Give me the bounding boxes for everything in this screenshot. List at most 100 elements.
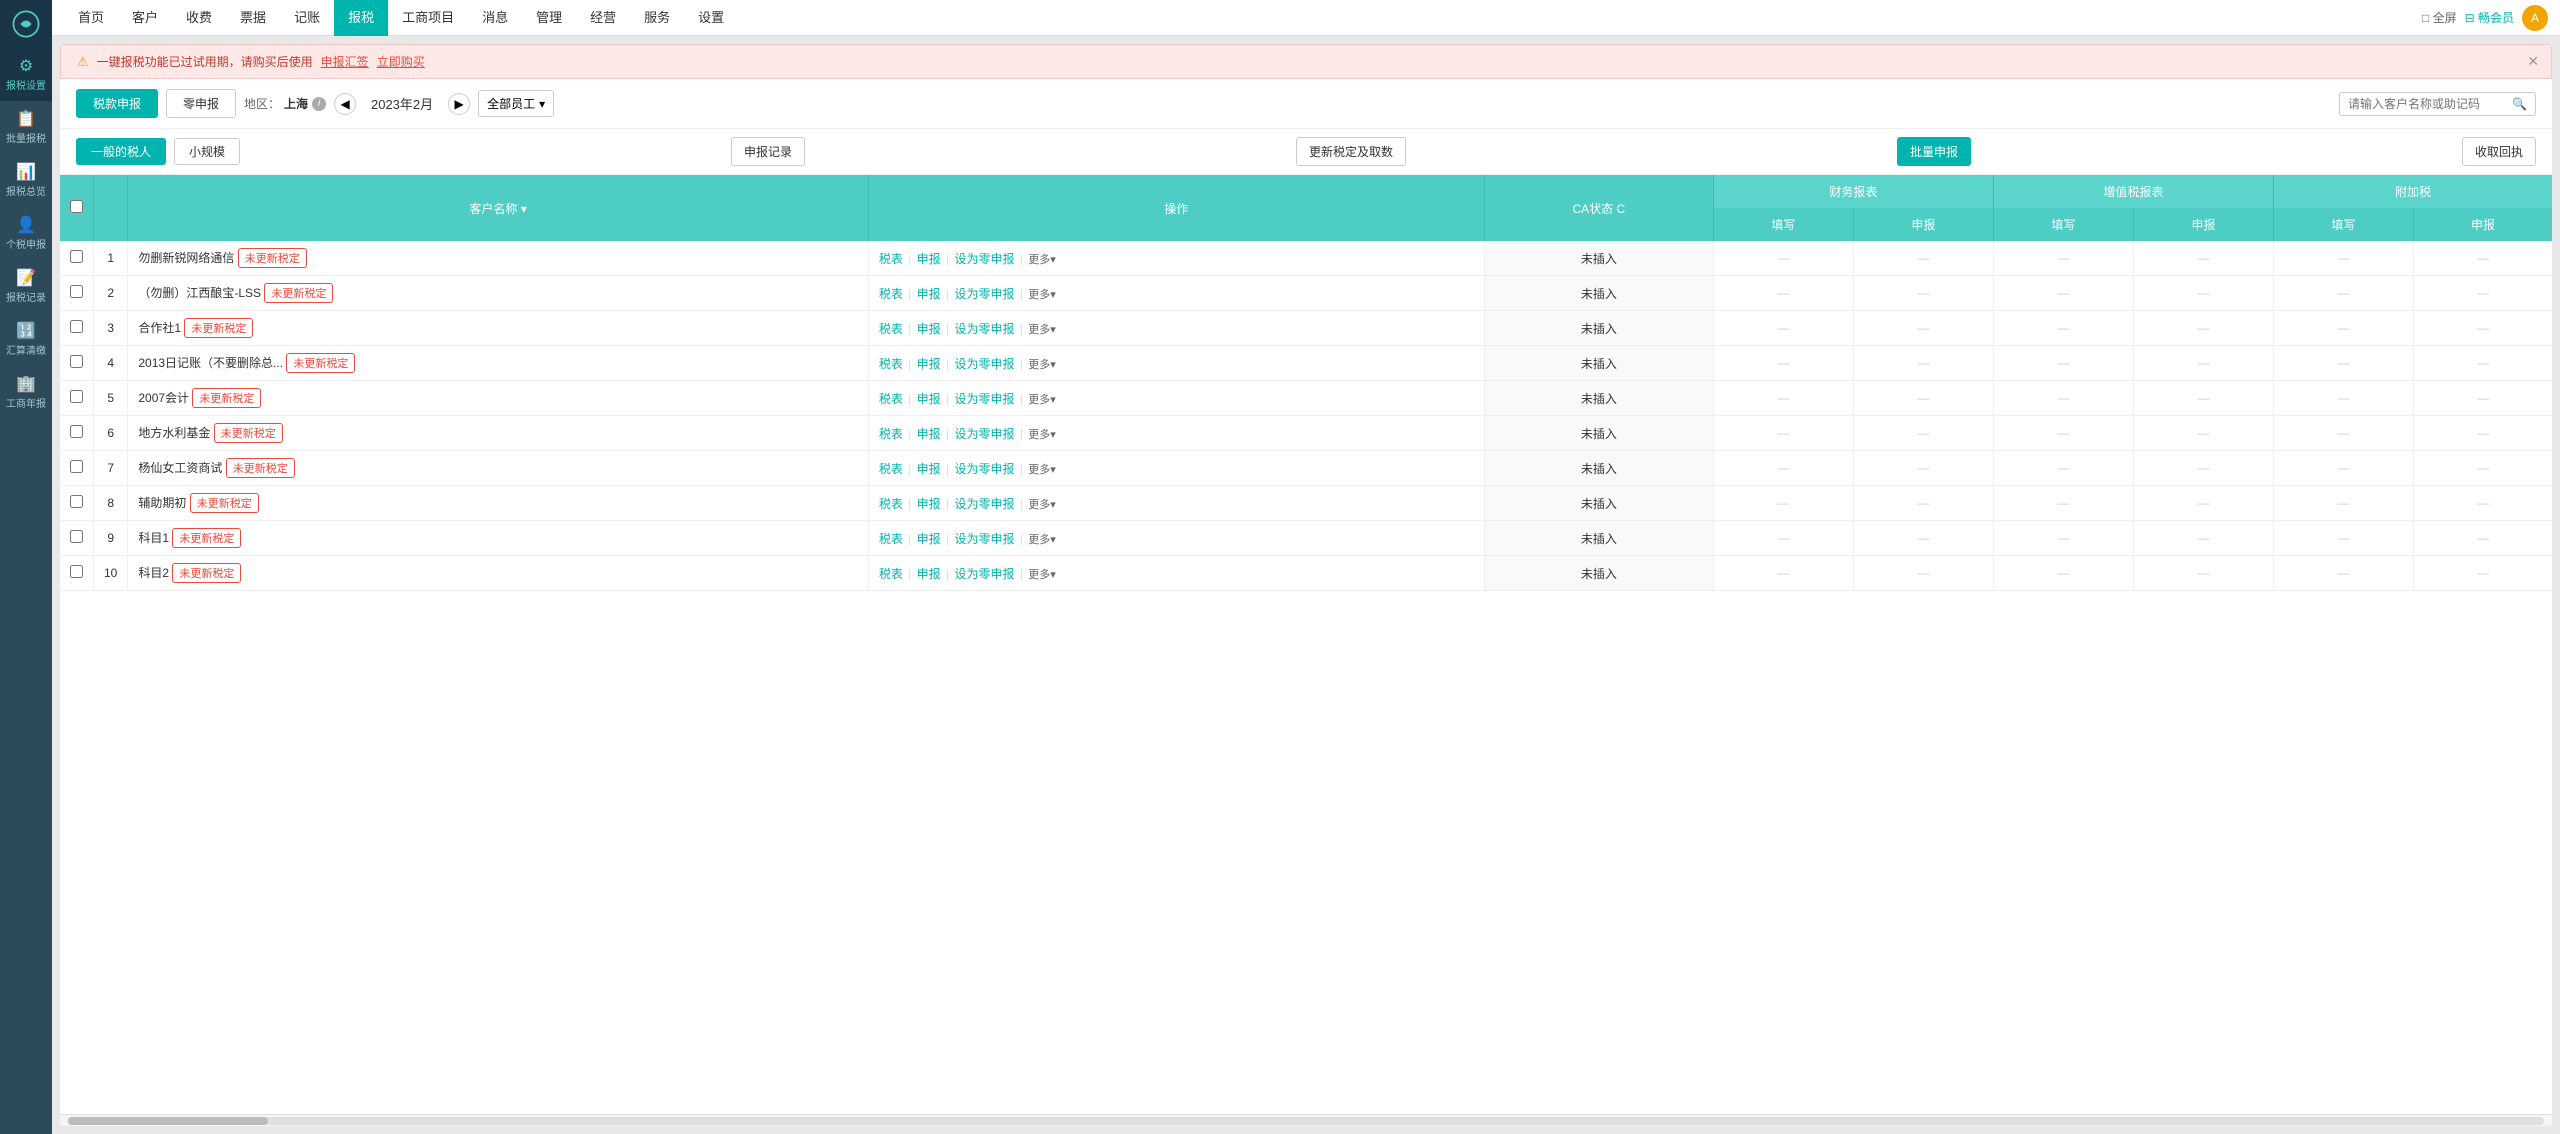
sidebar-item-tax-settings[interactable]: ⚙ 报税设置 (0, 48, 52, 101)
bottom-scrollbar[interactable] (60, 1114, 2552, 1126)
op-tax-5[interactable]: 税表 (879, 427, 903, 441)
row-checkbox-4[interactable] (70, 390, 83, 403)
op-tax-0[interactable]: 税表 (879, 252, 903, 266)
op-apply-1[interactable]: 申报 (917, 287, 941, 301)
op-more-0[interactable]: 更多▾ (1028, 254, 1056, 266)
op-tax-7[interactable]: 税表 (879, 497, 903, 511)
select-all-checkbox[interactable] (70, 200, 83, 213)
sidebar-item-personal-tax[interactable]: 👤 个税申报 (0, 207, 52, 260)
notice-link2[interactable]: 立即购买 (377, 53, 425, 70)
op-zero-5[interactable]: 设为零申报 (954, 427, 1014, 441)
nav-invoice[interactable]: 票据 (226, 0, 280, 36)
notice-link1[interactable]: 申报汇签 (321, 53, 369, 70)
tab-tax-apply[interactable]: 税款申报 (76, 89, 158, 118)
row-checkbox-8[interactable] (70, 530, 83, 543)
op-tax-3[interactable]: 税表 (879, 357, 903, 371)
row-ops-4: 税表 | 申报 | 设为零申报 | 更多▾ (868, 381, 1484, 416)
th-additional-group: 附加税 (2273, 175, 2552, 208)
row-checkbox-5[interactable] (70, 425, 83, 438)
op-apply-2[interactable]: 申报 (917, 322, 941, 336)
nav-operation[interactable]: 经营 (576, 0, 630, 36)
op-apply-4[interactable]: 申报 (917, 392, 941, 406)
op-more-6[interactable]: 更多▾ (1028, 464, 1056, 476)
op-zero-8[interactable]: 设为零申报 (954, 532, 1014, 546)
op-tax-6[interactable]: 税表 (879, 462, 903, 476)
date-prev-btn[interactable]: ◀ (334, 93, 356, 115)
taxpayer-tab-general[interactable]: 一般的税人 (76, 138, 166, 165)
op-tax-4[interactable]: 税表 (879, 392, 903, 406)
batch-apply-btn[interactable]: 批量申报 (1897, 137, 1971, 166)
op-apply-8[interactable]: 申报 (917, 532, 941, 546)
row-checkbox-6[interactable] (70, 460, 83, 473)
op-apply-6[interactable]: 申报 (917, 462, 941, 476)
row-fin-apply-7: — (1853, 486, 1993, 521)
nav-biz-project[interactable]: 工商项目 (388, 0, 468, 36)
nav-tax[interactable]: 报税 (334, 0, 388, 36)
op-zero-6[interactable]: 设为零申报 (954, 462, 1014, 476)
op-zero-7[interactable]: 设为零申报 (954, 497, 1014, 511)
employee-filter[interactable]: 全部员工 ▾ (478, 90, 554, 117)
region-info-icon[interactable]: i (312, 97, 326, 111)
vip-btn[interactable]: ⊟ 畅会员 (2465, 9, 2514, 26)
op-apply-3[interactable]: 申报 (917, 357, 941, 371)
op-more-2[interactable]: 更多▾ (1028, 324, 1056, 336)
sidebar-item-biz-annual[interactable]: 🏢 工商年报 (0, 366, 52, 419)
name-sort-icon[interactable]: ▾ (521, 202, 527, 216)
nav-service[interactable]: 服务 (630, 0, 684, 36)
op-zero-3[interactable]: 设为零申报 (954, 357, 1014, 371)
row-checkbox-0[interactable] (70, 250, 83, 263)
retrieve-btn[interactable]: 收取回执 (2462, 137, 2536, 166)
row-checkbox-9[interactable] (70, 565, 83, 578)
op-tax-8[interactable]: 税表 (879, 532, 903, 546)
row-checkbox-1[interactable] (70, 285, 83, 298)
search-icon[interactable]: 🔍 (2512, 97, 2527, 111)
record-btn[interactable]: 申报记录 (731, 137, 805, 166)
user-avatar[interactable]: A (2522, 5, 2548, 31)
row-checkbox-2[interactable] (70, 320, 83, 333)
nav-fee[interactable]: 收费 (172, 0, 226, 36)
fullscreen-btn[interactable]: □ 全屏 (2422, 9, 2457, 26)
tab-zero-apply[interactable]: 零申报 (166, 89, 236, 118)
op-apply-7[interactable]: 申报 (917, 497, 941, 511)
update-btn[interactable]: 更新税定及取数 (1296, 137, 1406, 166)
op-zero-4[interactable]: 设为零申报 (954, 392, 1014, 406)
op-apply-9[interactable]: 申报 (917, 567, 941, 581)
op-apply-5[interactable]: 申报 (917, 427, 941, 441)
sidebar-item-tax-overview[interactable]: 📊 报税总览 (0, 154, 52, 207)
op-more-9[interactable]: 更多▾ (1028, 569, 1056, 581)
row-fin-apply-6: — (1853, 451, 1993, 486)
op-more-3[interactable]: 更多▾ (1028, 359, 1056, 371)
nav-accounting[interactable]: 记账 (280, 0, 334, 36)
row-ops-9: 税表 | 申报 | 设为零申报 | 更多▾ (868, 556, 1484, 591)
op-zero-9[interactable]: 设为零申报 (954, 567, 1014, 581)
op-tax-1[interactable]: 税表 (879, 287, 903, 301)
nav-manage[interactable]: 管理 (522, 0, 576, 36)
nav-client[interactable]: 客户 (118, 0, 172, 36)
op-more-7[interactable]: 更多▾ (1028, 499, 1056, 511)
nav-settings[interactable]: 设置 (684, 0, 738, 36)
sidebar-item-batch-tax[interactable]: 📋 批量报税 (0, 101, 52, 154)
op-tax-9[interactable]: 税表 (879, 567, 903, 581)
nav-home[interactable]: 首页 (64, 0, 118, 36)
op-zero-0[interactable]: 设为零申报 (954, 252, 1014, 266)
op-tax-2[interactable]: 税表 (879, 322, 903, 336)
nav-message[interactable]: 消息 (468, 0, 522, 36)
date-next-btn[interactable]: ▶ (448, 93, 470, 115)
op-more-8[interactable]: 更多▾ (1028, 534, 1056, 546)
row-checkbox-7[interactable] (70, 495, 83, 508)
row-checkbox-3[interactable] (70, 355, 83, 368)
search-input[interactable] (2348, 97, 2508, 111)
row-add-fill-1: — (2273, 276, 2413, 311)
sidebar-item-tax-record[interactable]: 📝 报税记录 (0, 260, 52, 313)
op-more-1[interactable]: 更多▾ (1028, 289, 1056, 301)
op-more-5[interactable]: 更多▾ (1028, 429, 1056, 441)
table-row: 1 勿删新锐网络通信 未更新税定 税表 | 申报 | 设为零申报 | 更多▾ 未… (60, 241, 2552, 276)
op-more-4[interactable]: 更多▾ (1028, 394, 1056, 406)
taxpayer-tab-small[interactable]: 小规模 (174, 138, 240, 165)
op-zero-2[interactable]: 设为零申报 (954, 322, 1014, 336)
row-no-8: 9 (94, 521, 128, 556)
op-apply-0[interactable]: 申报 (917, 252, 941, 266)
sidebar-item-calc-clear[interactable]: 🔢 汇算清缴 (0, 313, 52, 366)
notice-close[interactable]: ✕ (2527, 53, 2539, 70)
op-zero-1[interactable]: 设为零申报 (954, 287, 1014, 301)
